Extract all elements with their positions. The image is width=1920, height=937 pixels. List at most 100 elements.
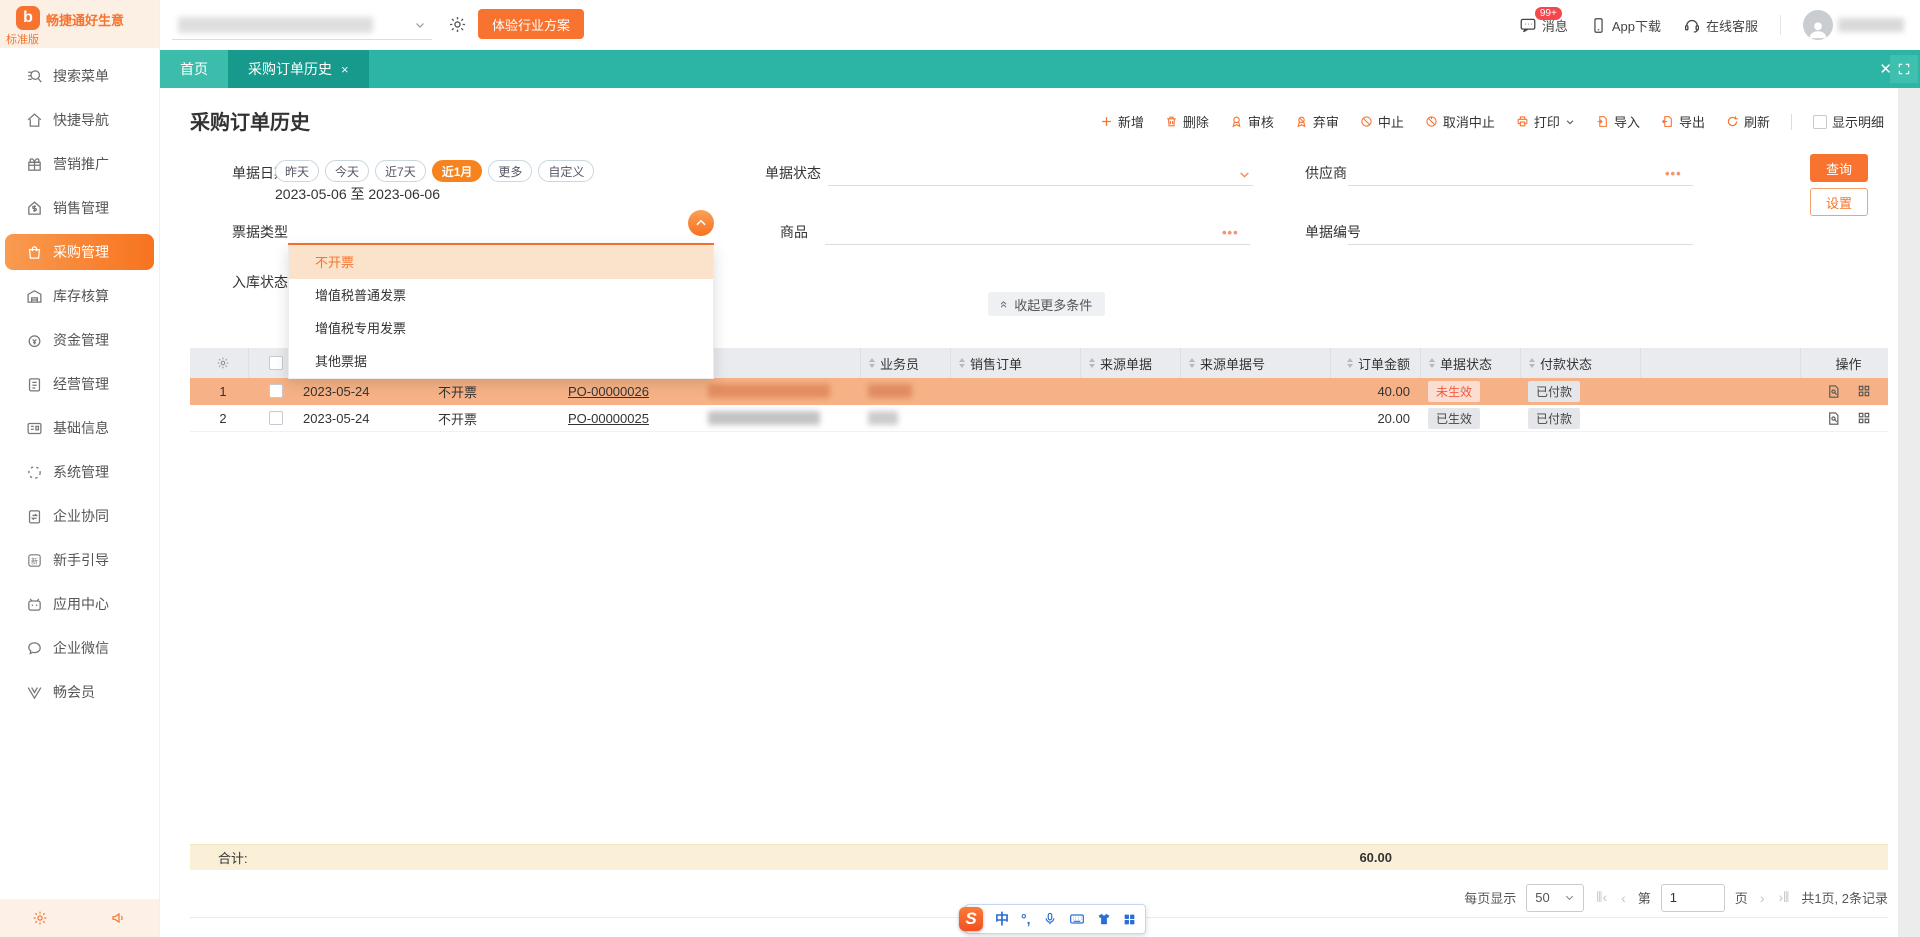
dropdown-option-no-invoice[interactable]: 不开票	[289, 246, 713, 279]
goods-input[interactable]	[825, 219, 1250, 245]
sort-icon[interactable]	[1089, 358, 1095, 368]
sort-icon[interactable]	[1189, 358, 1195, 368]
unaudit-button[interactable]: 弃审	[1295, 112, 1339, 131]
header-supplier[interactable]	[700, 348, 860, 378]
sort-icon[interactable]	[959, 358, 965, 368]
header-pay-status[interactable]: 付款状态	[1520, 348, 1640, 378]
sidebar-item-search-menu[interactable]: 搜索菜单	[5, 58, 154, 94]
sidebar-item-newbie-guide[interactable]: 新 新手引导	[5, 542, 154, 578]
sogou-logo-icon[interactable]: S	[959, 907, 983, 931]
collapse-more-filters-button[interactable]: « 收起更多条件	[988, 292, 1106, 316]
row-checkbox[interactable]	[248, 405, 295, 431]
company-selector[interactable]	[172, 10, 432, 40]
skin-shirt-icon[interactable]	[1097, 912, 1111, 926]
settings-gear-icon[interactable]	[32, 910, 48, 926]
sort-icon[interactable]	[1529, 358, 1535, 368]
dropdown-option-vat-regular[interactable]: 增值税普通发票	[289, 279, 713, 312]
header-doc-status[interactable]: 单据状态	[1420, 348, 1520, 378]
experience-plan-button[interactable]: 体验行业方案	[478, 9, 585, 39]
pill-today[interactable]: 今天	[325, 160, 370, 182]
sidebar-item-funds[interactable]: 资金管理	[5, 322, 154, 358]
ime-toolbar[interactable]: S 中 °,	[959, 904, 1146, 934]
fullscreen-icon[interactable]	[1890, 55, 1918, 83]
header-staff[interactable]: 业务员	[860, 348, 950, 378]
pill-yesterday[interactable]: 昨天	[275, 160, 320, 182]
sidebar-item-member[interactable]: 畅会员	[5, 674, 154, 710]
refresh-button[interactable]: 刷新	[1726, 112, 1770, 131]
delete-button[interactable]: 删除	[1165, 112, 1209, 131]
toolbox-grid-icon[interactable]	[1123, 913, 1136, 926]
first-page-icon[interactable]: ⦀‹	[1594, 889, 1609, 906]
pill-last-month[interactable]: 近1月	[431, 160, 483, 182]
doc-no-link[interactable]: PO-00000026	[568, 384, 649, 399]
view-detail-icon[interactable]	[1826, 411, 1841, 426]
sidebar-item-quick-nav[interactable]: 快捷导航	[5, 102, 154, 138]
sidebar-item-app-center[interactable]: 应用中心	[5, 586, 154, 622]
settings-button[interactable]: 设置	[1810, 188, 1868, 216]
sidebar-item-operations[interactable]: 经营管理	[5, 366, 154, 402]
prev-page-icon[interactable]: ‹	[1619, 890, 1628, 906]
sidebar-item-purchase[interactable]: 采购管理	[5, 234, 154, 270]
dropdown-option-vat-special[interactable]: 增值税专用发票	[289, 312, 713, 345]
microphone-icon[interactable]	[1043, 912, 1057, 926]
view-detail-icon[interactable]	[1826, 384, 1841, 399]
tab-purchase-order-history[interactable]: 采购订单历史 ×	[228, 50, 369, 88]
sidebar-item-system[interactable]: 系统管理	[5, 454, 154, 490]
doc-no-input[interactable]	[1348, 219, 1693, 245]
user-account[interactable]	[1803, 10, 1904, 40]
header-source-doc[interactable]: 来源单据	[1080, 348, 1180, 378]
doc-status-select[interactable]	[828, 160, 1253, 186]
show-detail-toggle[interactable]: 显示明细	[1812, 112, 1884, 131]
import-button[interactable]: 导入	[1596, 112, 1640, 131]
last-page-icon[interactable]: ›⦀	[1776, 889, 1791, 906]
sidebar-item-sales[interactable]: 销售管理	[5, 190, 154, 226]
header-sale-order[interactable]: 销售订单	[950, 348, 1080, 378]
gear-icon[interactable]	[448, 15, 467, 34]
column-settings-gear-icon[interactable]	[190, 348, 248, 378]
sort-icon[interactable]	[869, 358, 875, 368]
table-row[interactable]: 2 2023-05-24 不开票 PO-00000025 20.00 已生效 已…	[190, 405, 1888, 432]
dropdown-option-other[interactable]: 其他票据	[289, 345, 713, 378]
tab-close-icon[interactable]: ×	[341, 62, 349, 77]
sidebar-item-marketing[interactable]: 营销推广	[5, 146, 154, 182]
header-source-doc-no[interactable]: 来源单据号	[1180, 348, 1330, 378]
supplier-more-icon[interactable]: •••	[1665, 166, 1682, 181]
per-page-select[interactable]: 50	[1526, 883, 1585, 912]
messages-button[interactable]: 消息 99+	[1519, 6, 1568, 35]
goods-more-icon[interactable]: •••	[1222, 225, 1239, 240]
row-checkbox[interactable]	[248, 378, 295, 404]
sidebar-item-base-info[interactable]: 基础信息	[5, 410, 154, 446]
doc-no-link[interactable]: PO-00000025	[568, 411, 649, 426]
search-button[interactable]: 查询	[1810, 154, 1868, 182]
more-grid-icon[interactable]	[1857, 384, 1871, 398]
collapse-dropdown-button[interactable]	[688, 210, 714, 236]
invoice-type-select[interactable]	[288, 219, 714, 245]
tab-home[interactable]: 首页	[160, 50, 228, 88]
audit-button[interactable]: 审核	[1230, 112, 1274, 131]
checkbox-icon[interactable]	[1812, 114, 1827, 129]
pill-more[interactable]: 更多	[488, 160, 533, 182]
pill-last7days[interactable]: 近7天	[375, 160, 426, 182]
sidebar-item-inventory[interactable]: 库存核算	[5, 278, 154, 314]
sidebar-item-collaboration[interactable]: 企业协同	[5, 498, 154, 534]
table-row[interactable]: 1 2023-05-24 不开票 PO-00000026 40.00 未生效 已…	[190, 378, 1888, 405]
page-number-input[interactable]	[1660, 883, 1725, 912]
keyboard-icon[interactable]	[1069, 911, 1085, 927]
supplier-input[interactable]	[1348, 160, 1693, 186]
next-page-icon[interactable]: ›	[1758, 890, 1767, 906]
announcement-horn-icon[interactable]	[111, 910, 127, 926]
cancel-suspend-button[interactable]: 取消中止	[1425, 112, 1495, 131]
ime-punctuation-toggle[interactable]: °,	[1021, 911, 1031, 927]
ime-chinese-mode[interactable]: 中	[995, 909, 1009, 929]
more-grid-icon[interactable]	[1857, 411, 1871, 425]
pill-custom[interactable]: 自定义	[538, 160, 595, 182]
add-button[interactable]: 新增	[1100, 112, 1144, 131]
sidebar-item-wechat-work[interactable]: 企业微信	[5, 630, 154, 666]
print-button[interactable]: 打印	[1516, 112, 1575, 131]
header-order-amount[interactable]: 订单金额	[1330, 348, 1420, 378]
app-download-button[interactable]: App下载	[1590, 16, 1661, 35]
export-button[interactable]: 导出	[1661, 112, 1705, 131]
sort-icon[interactable]	[1346, 358, 1353, 368]
sort-icon[interactable]	[1429, 358, 1435, 368]
scrollbar-track[interactable]	[1898, 88, 1920, 937]
